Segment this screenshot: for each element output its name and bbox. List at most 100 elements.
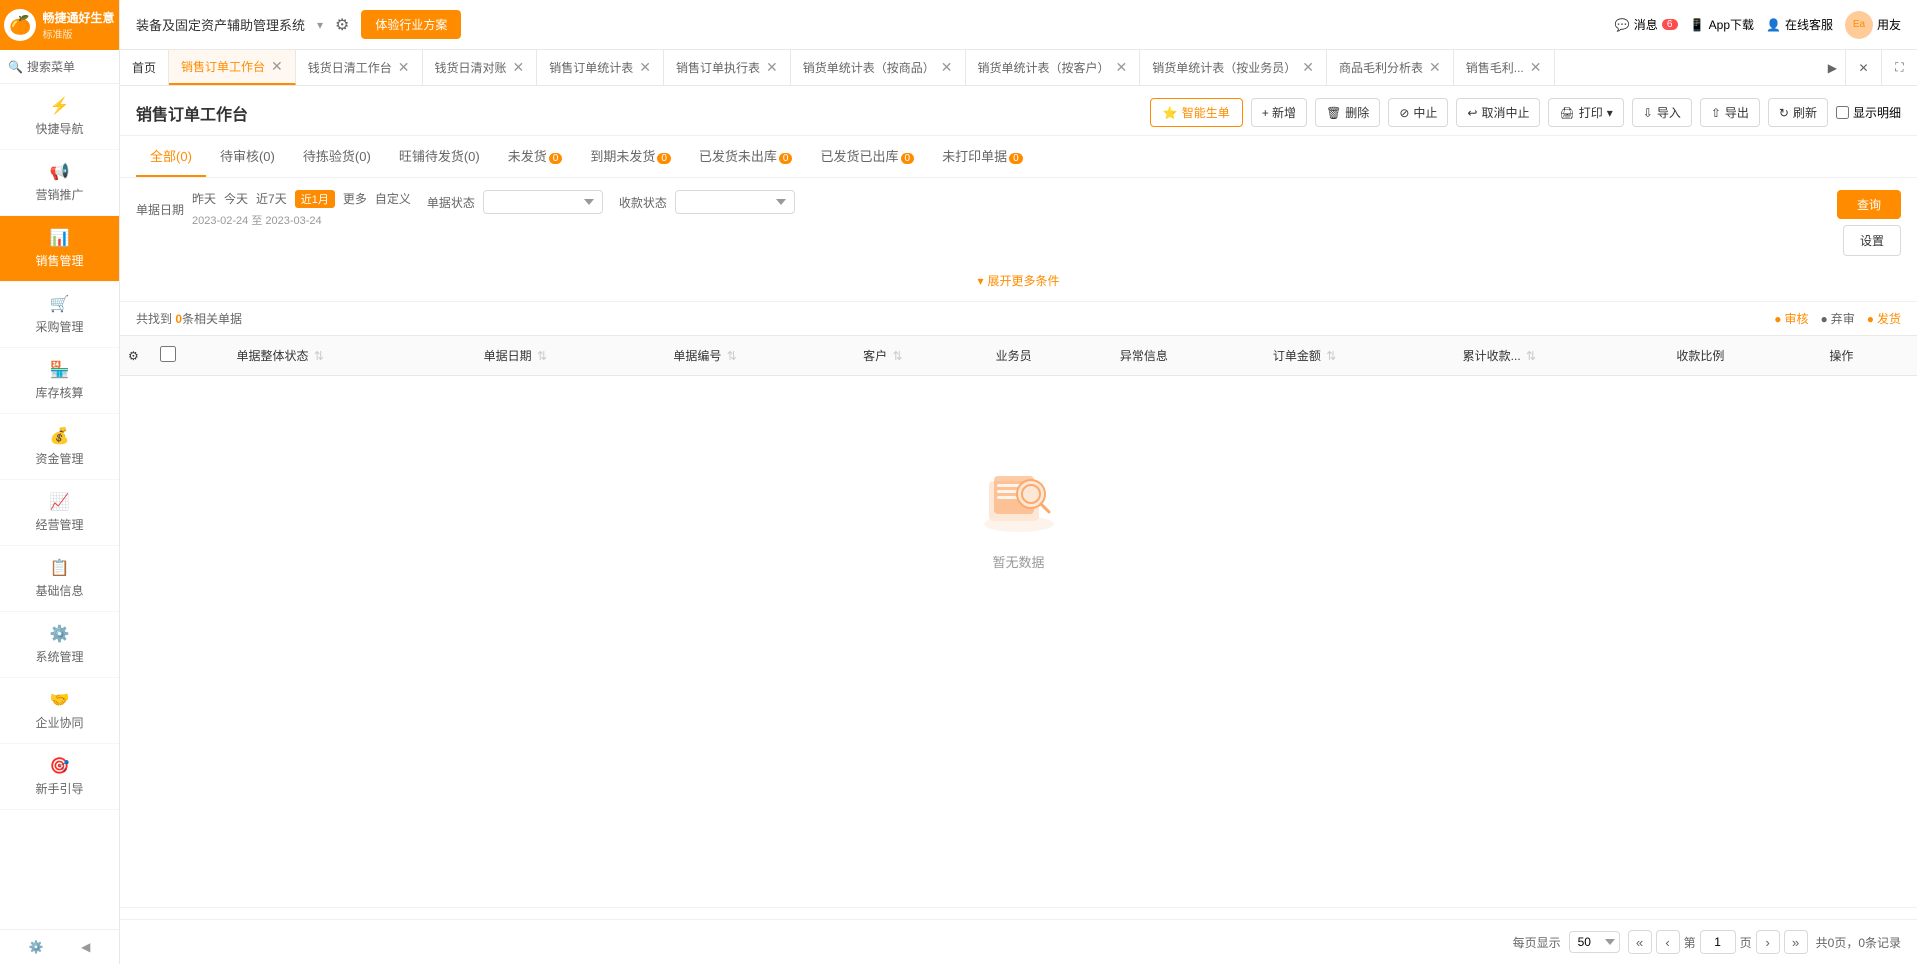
message-action[interactable]: 💬 消息 6 xyxy=(1615,16,1678,33)
tab-close-cash-reconcile[interactable]: ✕ xyxy=(513,59,525,76)
sidebar-item-sales[interactable]: 📊 销售管理 xyxy=(0,216,119,282)
sub-tab-pending-review[interactable]: 待审核(0) xyxy=(206,136,289,177)
filter-setting-btn[interactable]: 设置 xyxy=(1843,225,1901,256)
expand-filter-btn[interactable]: ▾ 展开更多条件 xyxy=(977,272,1059,289)
show-detail-input[interactable] xyxy=(1836,106,1849,119)
audit-btn[interactable]: ● 审核 xyxy=(1774,310,1808,327)
sidebar-item-basic-info[interactable]: 📋 基础信息 xyxy=(0,546,119,612)
settings-bottom-icon[interactable]: ⚙️ xyxy=(29,940,44,954)
tab-sales-margin[interactable]: 销售毛利... ✕ xyxy=(1454,50,1555,85)
system-title-dropdown[interactable]: ▾ xyxy=(317,18,323,32)
sidebar-item-guide[interactable]: 🎯 新手引导 xyxy=(0,744,119,810)
horizontal-scrollbar[interactable] xyxy=(120,907,1917,919)
collapse-icon[interactable]: ◀ xyxy=(81,940,90,954)
sidebar-item-operations[interactable]: 📈 经营管理 xyxy=(0,480,119,546)
tab-sales-stats[interactable]: 销售订单统计表 ✕ xyxy=(537,50,664,85)
tab-close-sales-stats[interactable]: ✕ xyxy=(639,59,651,76)
date-7days[interactable]: 近7天 xyxy=(256,190,287,208)
sort-icon-customer[interactable]: ⇅ xyxy=(893,349,903,363)
sidebar-bottom: ⚙️ ◀ xyxy=(0,929,119,964)
page-inner: 销售订单工作台 ⭐ 智能生单 + 新增 🗑 删除 xyxy=(120,86,1917,964)
date-yesterday[interactable]: 昨天 xyxy=(192,190,216,208)
tab-close-gross-profit[interactable]: ✕ xyxy=(1429,59,1441,76)
sidebar-item-purchase[interactable]: 🛒 采购管理 xyxy=(0,282,119,348)
gear-icon[interactable]: ⚙ xyxy=(335,15,349,35)
date-today[interactable]: 今天 xyxy=(224,190,248,208)
stop-btn[interactable]: ⊘ 中止 xyxy=(1388,98,1448,127)
tab-close-sales-margin[interactable]: ✕ xyxy=(1530,59,1542,76)
sub-tab-pending-inspect[interactable]: 待拣验货(0) xyxy=(289,136,385,177)
delete-btn[interactable]: 🗑 删除 xyxy=(1315,98,1380,127)
sidebar-item-quick-nav[interactable]: ⚡ 快捷导航 xyxy=(0,84,119,150)
show-detail-checkbox[interactable]: 显示明细 xyxy=(1836,104,1901,121)
sub-tab-not-printed[interactable]: 未打印单据0 xyxy=(928,136,1037,177)
page-header: 销售订单工作台 ⭐ 智能生单 + 新增 🗑 删除 xyxy=(120,86,1917,136)
sub-tab-shipped-not-out[interactable]: 已发货未出库0 xyxy=(685,136,807,177)
tab-close-sales-product-stats[interactable]: ✕ xyxy=(941,59,953,76)
sort-icon-doc-status[interactable]: ⇅ xyxy=(314,349,324,363)
user-action[interactable]: Ea 用友 xyxy=(1845,11,1901,39)
deliver-btn[interactable]: ● 发货 xyxy=(1867,310,1901,327)
ai-generate-btn[interactable]: ⭐ 智能生单 xyxy=(1150,98,1243,127)
tab-sales-exec[interactable]: 销售订单执行表 ✕ xyxy=(664,50,791,85)
tab-cash-daily[interactable]: 钱货日清工作台 ✕ xyxy=(296,50,423,85)
sidebar-item-system[interactable]: ⚙️ 系统管理 xyxy=(0,612,119,678)
column-settings-icon[interactable]: ⚙ xyxy=(128,349,139,363)
sidebar-item-inventory[interactable]: 🏪 库存核算 xyxy=(0,348,119,414)
sort-icon-collected[interactable]: ⇅ xyxy=(1526,349,1536,363)
tab-more-btn[interactable]: ▶ xyxy=(1820,50,1845,85)
online-service-action[interactable]: 👤 在线客服 xyxy=(1766,16,1833,33)
select-all-checkbox[interactable] xyxy=(160,346,176,362)
sidebar-item-marketing[interactable]: 📢 营销推广 xyxy=(0,150,119,216)
tab-close-sales-customer-stats[interactable]: ✕ xyxy=(1116,59,1128,76)
tab-close-sales-workbench[interactable]: ✕ xyxy=(271,58,283,75)
sort-icon-doc-number[interactable]: ⇅ xyxy=(727,349,737,363)
app-download-action[interactable]: 📱 App下载 xyxy=(1690,16,1754,33)
industry-solution-btn[interactable]: 体验行业方案 xyxy=(361,10,461,39)
sub-tab-overdue-not-shipped[interactable]: 到期未发货0 xyxy=(576,136,685,177)
query-btn[interactable]: 查询 xyxy=(1837,190,1901,219)
page-last-btn[interactable]: » xyxy=(1784,930,1808,954)
sub-tab-wangpu-pending[interactable]: 旺铺待发货(0) xyxy=(385,136,494,177)
sidebar-logo: 🍊 畅捷通好生意 标准版 xyxy=(0,0,119,50)
sub-tab-all[interactable]: 全部(0) xyxy=(136,136,206,177)
tab-fullscreen-btn[interactable]: ⛶ xyxy=(1881,50,1917,86)
sort-icon-amount[interactable]: ⇅ xyxy=(1326,349,1336,363)
sub-tab-not-shipped[interactable]: 未发货0 xyxy=(494,136,577,177)
tab-home[interactable]: 首页 xyxy=(120,50,169,85)
tab-close-sales-exec[interactable]: ✕ xyxy=(766,59,778,76)
tab-close-sales-staff-stats[interactable]: ✕ xyxy=(1302,59,1314,76)
tab-gross-profit[interactable]: 商品毛利分析表 ✕ xyxy=(1327,50,1454,85)
sort-icon-doc-date[interactable]: ⇅ xyxy=(537,349,547,363)
refresh-btn[interactable]: ↻ 刷新 xyxy=(1768,98,1828,127)
sidebar-search-menu[interactable]: 🔍 搜索菜单 xyxy=(0,50,119,84)
date-more[interactable]: 更多 xyxy=(343,190,367,208)
import-btn[interactable]: ⇩ 导入 xyxy=(1632,98,1692,127)
page-number-input[interactable] xyxy=(1700,930,1736,954)
sidebar-item-finance[interactable]: 💰 资金管理 xyxy=(0,414,119,480)
tab-sales-product-stats[interactable]: 销货单统计表（按商品） ✕ xyxy=(791,50,966,85)
tab-close-all-btn[interactable]: ✕ xyxy=(1845,50,1881,86)
sub-tab-shipped-out[interactable]: 已发货已出库0 xyxy=(806,136,928,177)
export-btn[interactable]: ⇧ 导出 xyxy=(1700,98,1760,127)
date-1month[interactable]: 近1月 xyxy=(295,190,335,208)
page-prev-btn[interactable]: ‹ xyxy=(1656,930,1680,954)
star-icon: ⭐ xyxy=(1163,106,1178,120)
col-checkbox xyxy=(152,336,228,376)
reject-btn[interactable]: ● 弃审 xyxy=(1820,310,1854,327)
sidebar-item-cooperation[interactable]: 🤝 企业协同 xyxy=(0,678,119,744)
tab-sales-workbench[interactable]: 销售订单工作台 ✕ xyxy=(169,50,296,85)
page-size-select[interactable]: 20 50 100 xyxy=(1569,931,1620,953)
print-btn[interactable]: 🖨 打印 ▾ xyxy=(1548,98,1623,127)
tab-close-cash-daily[interactable]: ✕ xyxy=(398,59,410,76)
date-custom[interactable]: 自定义 xyxy=(375,190,411,208)
tab-sales-customer-stats[interactable]: 销货单统计表（按客户） ✕ xyxy=(966,50,1141,85)
cancel-stop-btn[interactable]: ↩ 取消中止 xyxy=(1456,98,1540,127)
tab-cash-reconcile[interactable]: 钱货日清对账 ✕ xyxy=(423,50,538,85)
page-next-btn[interactable]: › xyxy=(1756,930,1780,954)
tab-sales-staff-stats[interactable]: 销货单统计表（按业务员） ✕ xyxy=(1140,50,1327,85)
payment-select[interactable] xyxy=(675,190,795,214)
page-first-btn[interactable]: « xyxy=(1628,930,1652,954)
add-btn[interactable]: + 新增 xyxy=(1251,98,1307,127)
status-select[interactable] xyxy=(483,190,603,214)
